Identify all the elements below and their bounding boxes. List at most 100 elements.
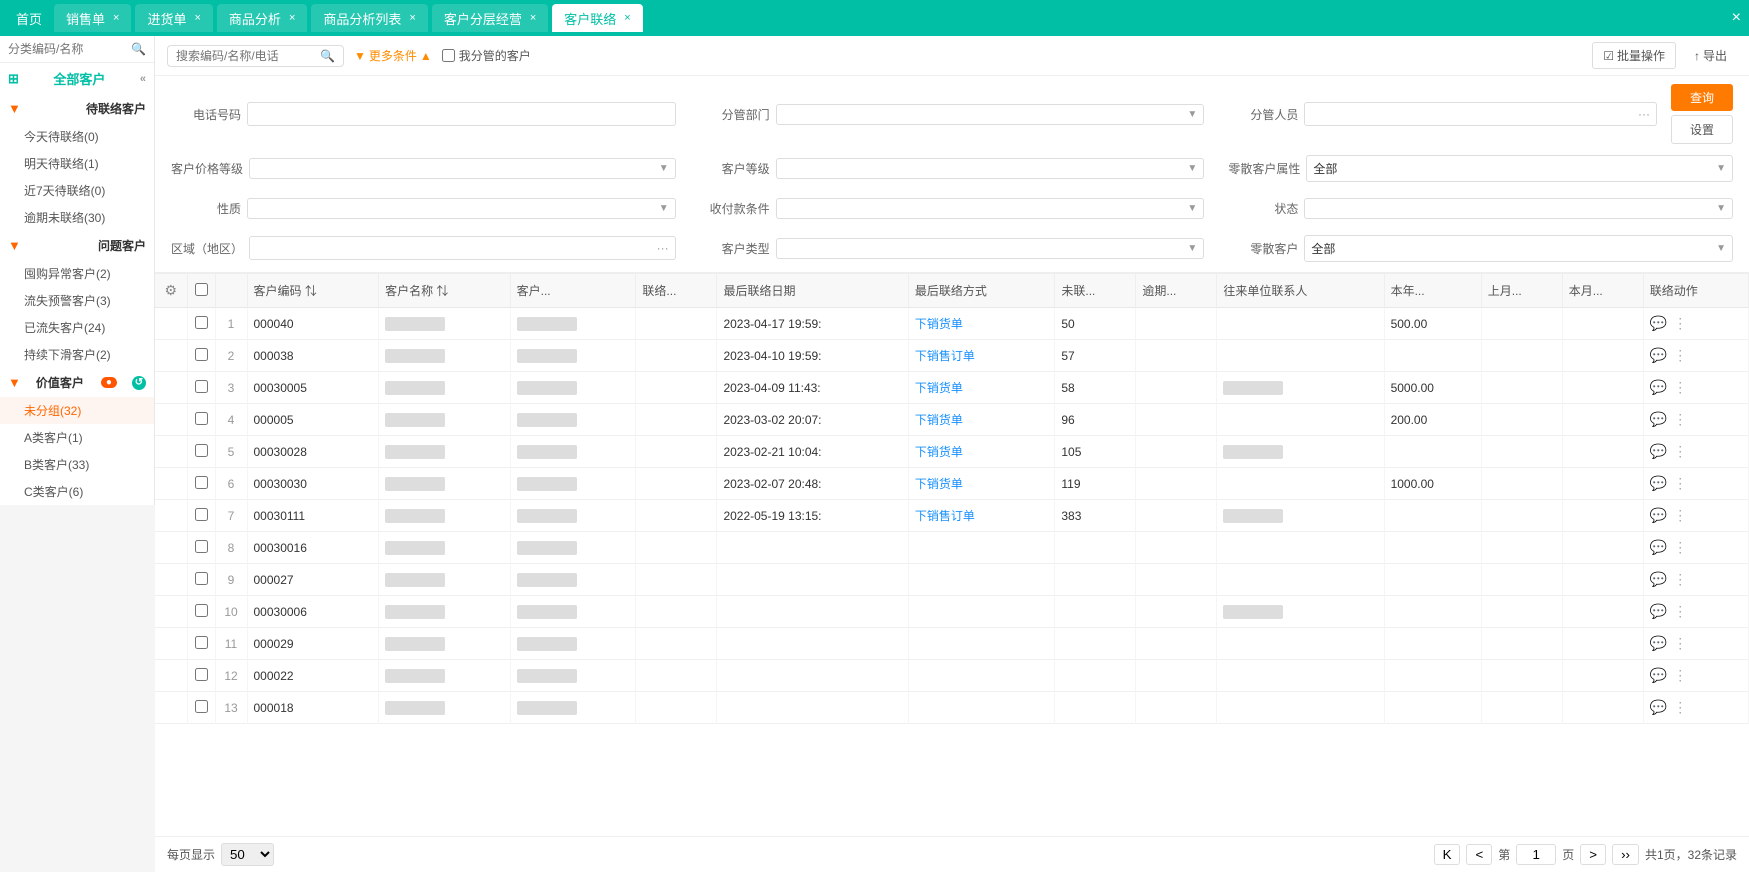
per-page-select[interactable]: 50 100 [221,843,274,866]
sidebar-item-no-group[interactable]: 未分组(32) [0,397,154,424]
row-checkbox[interactable] [187,628,215,660]
my-customers-checkbox[interactable] [442,49,455,62]
scatter-select[interactable]: 全部 ▼ [1304,235,1733,262]
row-checkbox[interactable] [187,340,215,372]
menu-icon[interactable]: ⋮ [1673,667,1687,684]
menu-icon[interactable]: ⋮ [1673,411,1687,428]
sidebar-item-churned[interactable]: 已流失客户(24) [0,314,154,341]
sidebar-item-churn-warning[interactable]: 流失预警客户(3) [0,287,154,314]
value-customers-section[interactable]: ▼ 价值客户 ● ↺ [0,368,154,397]
menu-icon[interactable]: ⋮ [1673,443,1687,460]
more-filters-btn[interactable]: ▼ 更多条件 ▲ [354,47,432,64]
row-checkbox[interactable] [187,404,215,436]
message-icon[interactable]: 💬 [1650,411,1667,428]
menu-icon[interactable]: ⋮ [1673,539,1687,556]
close-icon[interactable]: × [530,12,536,24]
all-customers-header[interactable]: ⊞ 全部客户 « [0,63,154,94]
ellipsis-icon[interactable]: ··· [1638,107,1650,121]
col-code[interactable]: 客户编码 ⇅ [247,274,379,308]
close-window-icon[interactable]: × [1732,9,1741,27]
menu-icon[interactable]: ⋮ [1673,571,1687,588]
payment-select[interactable]: ▼ [776,198,1205,219]
close-icon[interactable]: × [409,12,415,24]
row-checkbox[interactable] [187,308,215,340]
batch-ops-button[interactable]: ☑ 批量操作 [1592,42,1676,69]
message-icon[interactable]: 💬 [1650,379,1667,396]
sidebar-item-overdue[interactable]: 逾期未联络(30) [0,204,154,231]
scatter-attr-select[interactable]: 全部 ▼ [1306,155,1733,182]
problem-customers-section[interactable]: ▼ 问题客户 [0,231,154,260]
close-icon[interactable]: × [289,12,295,24]
row-checkbox[interactable] [187,500,215,532]
menu-icon[interactable]: ⋮ [1673,347,1687,364]
main-search-box[interactable]: 🔍 [167,45,344,67]
ellipsis-icon[interactable]: ··· [657,241,669,255]
page-number-input[interactable] [1516,844,1556,865]
export-button[interactable]: ↑ 导出 [1684,43,1737,68]
row-checkbox[interactable] [187,596,215,628]
first-page-button[interactable]: K [1434,844,1461,865]
menu-icon[interactable]: ⋮ [1673,507,1687,524]
nav-tab-product-list[interactable]: 商品分析列表 × [311,4,427,32]
message-icon[interactable]: 💬 [1650,603,1667,620]
row-checkbox[interactable] [187,692,215,724]
message-icon[interactable]: 💬 [1650,507,1667,524]
search-icon[interactable]: 🔍 [320,49,335,63]
close-icon[interactable]: × [194,12,200,24]
row-checkbox[interactable] [187,468,215,500]
sidebar-item-a-class[interactable]: A类客户(1) [0,424,154,451]
row-checkbox[interactable] [187,532,215,564]
menu-icon[interactable]: ⋮ [1673,699,1687,716]
col-settings[interactable]: ⚙ [155,274,187,308]
category-search-input[interactable] [8,42,127,56]
dept-select[interactable]: ▼ [776,104,1205,125]
customer-type-select[interactable]: ▼ [776,238,1205,259]
menu-icon[interactable]: ⋮ [1673,635,1687,652]
main-search-input[interactable] [176,49,316,63]
search-icon[interactable]: 🔍 [131,42,146,56]
price-level-select[interactable]: ▼ [249,158,676,179]
nature-select[interactable]: ▼ [247,198,676,219]
sidebar-search-box[interactable]: 🔍 [0,36,154,63]
message-icon[interactable]: 💬 [1650,347,1667,364]
message-icon[interactable]: 💬 [1650,315,1667,332]
row-checkbox[interactable] [187,436,215,468]
col-name[interactable]: 客户名称 ⇅ [379,274,511,308]
manager-select[interactable]: ··· [1304,102,1657,126]
close-icon[interactable]: × [624,12,630,24]
message-icon[interactable]: 💬 [1650,635,1667,652]
message-icon[interactable]: 💬 [1650,539,1667,556]
pending-contact-section[interactable]: ▼ 待联络客户 [0,94,154,123]
nav-tab-purchase[interactable]: 进货单 × [135,4,212,32]
sidebar-item-declining[interactable]: 持续下滑客户(2) [0,341,154,368]
col-checkbox[interactable] [187,274,215,308]
close-icon[interactable]: × [113,12,119,24]
message-icon[interactable]: 💬 [1650,699,1667,716]
sidebar-item-today[interactable]: 今天待联络(0) [0,123,154,150]
phone-input[interactable] [247,102,676,126]
prev-page-button[interactable]: < [1466,844,1492,865]
menu-icon[interactable]: ⋮ [1673,475,1687,492]
refresh-icon[interactable]: ↺ [132,376,146,390]
row-checkbox[interactable] [187,372,215,404]
row-checkbox[interactable] [187,564,215,596]
select-all-checkbox[interactable] [195,283,208,296]
region-select[interactable]: ··· [249,236,676,260]
nav-home[interactable]: 首页 [8,9,50,28]
sidebar-item-b-class[interactable]: B类客户(33) [0,451,154,478]
menu-icon[interactable]: ⋮ [1673,315,1687,332]
customer-level-select[interactable]: ▼ [776,158,1205,179]
query-button[interactable]: 查询 [1671,84,1733,111]
message-icon[interactable]: 💬 [1650,443,1667,460]
sidebar-item-c-class[interactable]: C类客户(6) [0,478,154,505]
reset-button[interactable]: 设置 [1671,115,1733,144]
message-icon[interactable]: 💬 [1650,571,1667,588]
next-page-button[interactable]: > [1580,844,1606,865]
sidebar-item-tomorrow[interactable]: 明天待联络(1) [0,150,154,177]
menu-icon[interactable]: ⋮ [1673,603,1687,620]
status-select[interactable]: ▼ [1304,198,1733,219]
message-icon[interactable]: 💬 [1650,667,1667,684]
nav-tab-customer-segment[interactable]: 客户分层经营 × [432,4,548,32]
my-customers-filter[interactable]: 我分管的客户 [442,47,531,64]
nav-tab-sales[interactable]: 销售单 × [54,4,131,32]
